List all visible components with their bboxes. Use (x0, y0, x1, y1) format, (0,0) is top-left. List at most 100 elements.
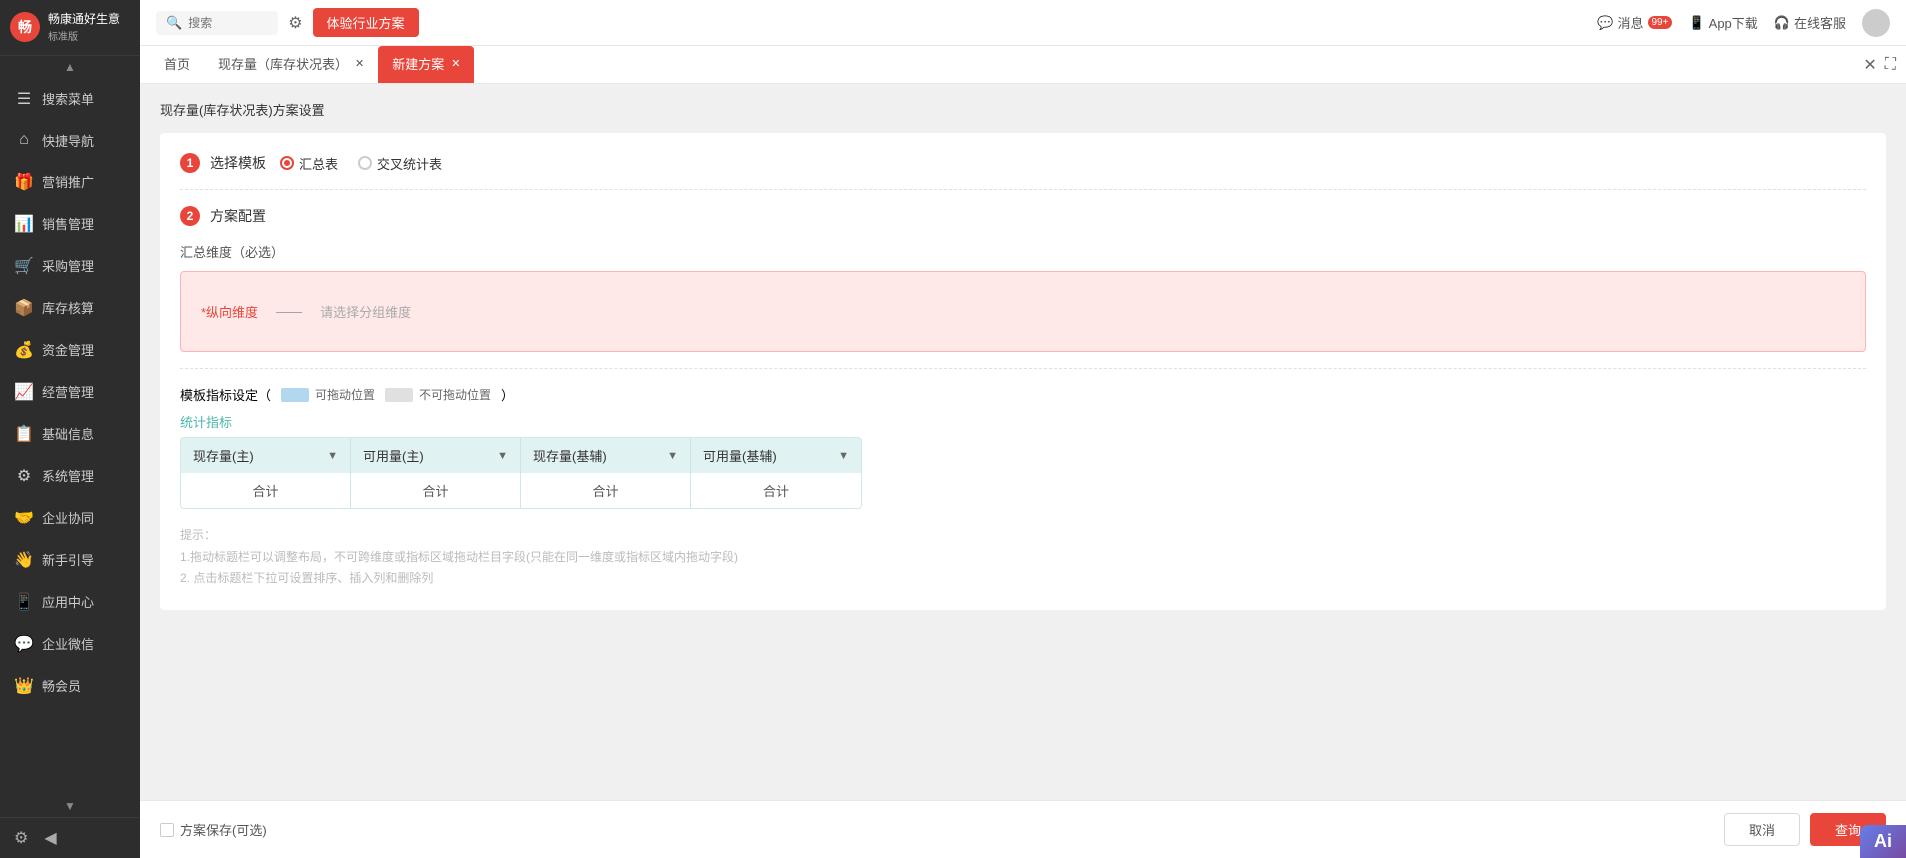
tab-home[interactable]: 首页 (150, 46, 204, 83)
stats-col-3[interactable]: 可用量(基辅) ▼ (691, 438, 861, 473)
step2-row: 2 方案配置 (180, 206, 1866, 226)
sidebar-item-inventory[interactable]: 📦 库存核算 (0, 287, 140, 329)
sidebar-item-app-center[interactable]: 📱 应用中心 (0, 581, 140, 623)
sidebar-item-system[interactable]: ⚙ 系统管理 (0, 455, 140, 497)
dim-placeholder[interactable]: 请选择分组维度 (320, 302, 411, 321)
tab-new-scheme[interactable]: 新建方案 ✕ (378, 46, 474, 83)
drag-legend-draggable: 可拖动位置 (281, 386, 375, 403)
member-icon: 👑 (14, 676, 34, 696)
sidebar-item-finance[interactable]: 💰 资金管理 (0, 329, 140, 371)
page-title: 现存量(库存状况表)方案设置 (160, 100, 1886, 119)
purchase-icon: 🛒 (14, 256, 34, 276)
chevron-0: ▼ (327, 450, 338, 462)
sidebar-item-new-user[interactable]: 👋 新手引导 (0, 539, 140, 581)
sidebar-item-label: 畅会员 (42, 676, 81, 695)
stats-col-1[interactable]: 可用量(主) ▼ (351, 438, 521, 473)
user-avatar[interactable] (1862, 9, 1890, 37)
expand-panel-icon[interactable]: ⛶ (1885, 56, 1896, 74)
sidebar-item-member[interactable]: 👑 畅会员 (0, 665, 140, 707)
message-badge: 99+ (1648, 16, 1673, 29)
tab-new-scheme-label: 新建方案 (392, 54, 444, 73)
sidebar-item-label: 资金管理 (42, 340, 94, 359)
cancel-button[interactable]: 取消 (1724, 813, 1800, 846)
stats-col-2[interactable]: 现存量(基辅) ▼ (521, 438, 691, 473)
col-name-1: 可用量(主) (363, 446, 424, 465)
sales-icon: 📊 (14, 214, 34, 234)
finance-icon: 💰 (14, 340, 34, 360)
sidebar-item-quick-nav[interactable]: ⌂ 快捷导航 (0, 120, 140, 161)
close-panel-icon[interactable]: ✕ (1863, 55, 1876, 75)
sidebar-item-label: 应用中心 (42, 592, 94, 611)
message-btn[interactable]: 💬 消息 99+ (1597, 13, 1672, 32)
radio-summary-circle (280, 156, 294, 170)
sidebar: 畅 畅康通好生意 标准版 ▲ ☰ 搜索菜单 ⌂ 快捷导航 🎁 营销推广 📊 销售… (0, 0, 140, 858)
stats-table: 现存量(主) ▼ 可用量(主) ▼ 现存量(基辅) ▼ 可用量(基辅) ▼ (180, 437, 862, 509)
search-input[interactable] (188, 16, 268, 30)
quick-nav-icon: ⌂ (14, 131, 34, 149)
sidebar-item-search-menu[interactable]: ☰ 搜索菜单 (0, 78, 140, 120)
drag-label: 可拖动位置 (315, 386, 375, 403)
app-download-btn[interactable]: 📱 App下载 (1688, 13, 1757, 32)
online-service-btn[interactable]: 🎧 在线客服 (1774, 13, 1846, 32)
radio-cross-circle (358, 156, 372, 170)
save-checkbox[interactable] (160, 823, 174, 837)
sidebar-scroll-down[interactable]: ▼ (0, 795, 140, 817)
step1-row: 1 选择模板 汇总表 交叉统计表 (180, 153, 1866, 173)
new-user-icon: 👋 (14, 550, 34, 570)
inventory-icon: 📦 (14, 298, 34, 318)
ai-badge[interactable]: Ai (1860, 825, 1906, 858)
step2-badge: 2 (180, 206, 200, 226)
trial-btn[interactable]: 体验行业方案 (313, 8, 419, 37)
tips-title-label: 提示： (180, 528, 216, 542)
radio-summary[interactable]: 汇总表 (280, 154, 338, 173)
settings-gear-icon[interactable]: ⚙ (288, 13, 302, 33)
sidebar-scroll-up[interactable]: ▲ (0, 56, 140, 78)
collapse-icon[interactable]: ◀ (44, 828, 56, 848)
sidebar-item-label: 新手引导 (42, 550, 94, 569)
divider2 (180, 368, 1866, 369)
tip-item-1: 2. 点击标题栏下拉可设置排序、插入列和删除列 (180, 571, 433, 585)
tab-inventory-label: 现存量（库存状况表） (218, 54, 348, 73)
headset-icon: 🎧 (1774, 15, 1790, 31)
dim-dash: —— (276, 304, 302, 319)
search-box: 🔍 (156, 11, 278, 35)
sidebar-item-label: 企业微信 (42, 634, 94, 653)
cooperation-icon: 🤝 (14, 508, 34, 528)
indicator-label: 模板指标设定（ (180, 385, 271, 404)
sidebar-item-marketing[interactable]: 🎁 营销推广 (0, 161, 140, 203)
stats-title: 统计指标 (180, 412, 1866, 431)
sidebar-item-operations[interactable]: 📈 经营管理 (0, 371, 140, 413)
stats-col-0[interactable]: 现存量(主) ▼ (181, 438, 351, 473)
sidebar-nav: ☰ 搜索菜单 ⌂ 快捷导航 🎁 营销推广 📊 销售管理 🛒 采购管理 📦 库存核… (0, 78, 140, 795)
app-logo: 畅 畅康通好生意 标准版 (0, 0, 140, 56)
sidebar-item-cooperation[interactable]: 🤝 企业协同 (0, 497, 140, 539)
app-sub: 标准版 (48, 28, 120, 43)
settings-icon[interactable]: ⚙ (14, 828, 28, 848)
stats-body-col-3: 合计 (691, 473, 861, 508)
tab-inventory-close-icon[interactable]: ✕ (355, 57, 364, 70)
tab-inventory-status[interactable]: 现存量（库存状况表） ✕ (204, 46, 378, 83)
indicator-label-row: 模板指标设定（ 可拖动位置 不可拖动位置 ） (180, 385, 1866, 404)
tabs-bar: 首页 现存量（库存状况表） ✕ 新建方案 ✕ ✕ ⛶ (140, 46, 1906, 84)
sidebar-item-label: 搜索菜单 (42, 89, 94, 108)
step2-title: 方案配置 (210, 206, 266, 226)
sidebar-footer: ⚙ ◀ (0, 817, 140, 858)
sidebar-item-wechat[interactable]: 💬 企业微信 (0, 623, 140, 665)
message-label: 消息 (1617, 13, 1643, 32)
sidebar-item-label: 营销推广 (42, 172, 94, 191)
non-draggable-box (385, 388, 413, 402)
radio-cross[interactable]: 交叉统计表 (358, 154, 442, 173)
footer: 方案保存(可选) 取消 查询 (140, 800, 1906, 858)
chevron-2: ▼ (667, 450, 678, 462)
header-left: 🔍 ⚙ 体验行业方案 (156, 8, 419, 37)
col-name-0: 现存量(主) (193, 446, 254, 465)
tab-new-scheme-close-icon[interactable]: ✕ (451, 57, 460, 70)
sidebar-item-purchase[interactable]: 🛒 采购管理 (0, 245, 140, 287)
sidebar-item-label: 销售管理 (42, 214, 94, 233)
scheme-settings-card: 1 选择模板 汇总表 交叉统计表 2 方案配置 (160, 133, 1886, 610)
sidebar-item-sales[interactable]: 📊 销售管理 (0, 203, 140, 245)
sidebar-item-label: 系统管理 (42, 466, 94, 485)
download-icon: 📱 (1688, 15, 1704, 31)
sidebar-item-basic-info[interactable]: 📋 基础信息 (0, 413, 140, 455)
sidebar-item-label: 采购管理 (42, 256, 94, 275)
